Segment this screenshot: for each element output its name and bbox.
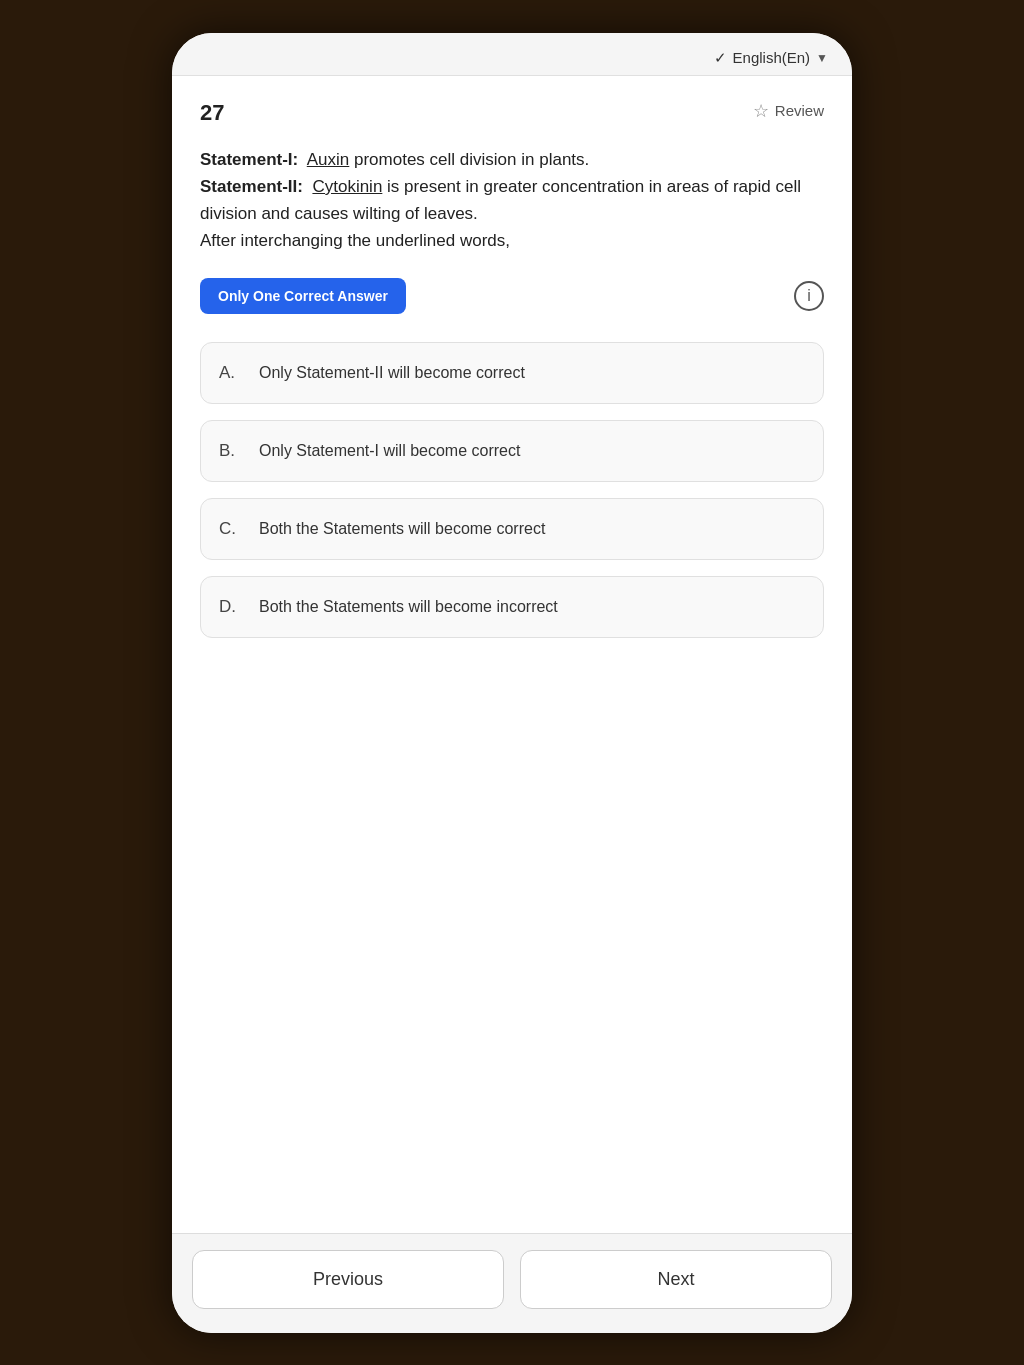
statement-ii-underline: Cytokinin <box>312 177 382 196</box>
top-bar: ✓ English(En) ▼ <box>172 33 852 76</box>
bottom-nav: Previous Next <box>172 1233 852 1333</box>
option-a[interactable]: A. Only Statement-II will become correct <box>200 342 824 404</box>
option-d-letter: D. <box>219 597 243 617</box>
option-d[interactable]: D. Both the Statements will become incor… <box>200 576 824 638</box>
statement-ii-label: Statement-II: <box>200 177 303 196</box>
badge-row: Only One Correct Answer i <box>200 278 824 314</box>
language-selector[interactable]: ✓ English(En) ▼ <box>714 49 828 67</box>
option-d-text: Both the Statements will become incorrec… <box>259 598 558 616</box>
phone-frame: ✓ English(En) ▼ 27 ☆ Review Statement-I:… <box>172 33 852 1333</box>
option-a-text: Only Statement-II will become correct <box>259 364 525 382</box>
review-label: Review <box>775 102 824 119</box>
option-c-letter: C. <box>219 519 243 539</box>
chevron-down-icon: ▼ <box>816 51 828 65</box>
statement-i-rest: promotes cell division in plants. <box>349 150 589 169</box>
option-c[interactable]: C. Both the Statements will become corre… <box>200 498 824 560</box>
option-c-text: Both the Statements will become correct <box>259 520 545 538</box>
options-list: A. Only Statement-II will become correct… <box>200 342 824 638</box>
language-label: English(En) <box>733 49 811 66</box>
content-area: 27 ☆ Review Statement-I: Auxin promotes … <box>172 76 852 1233</box>
question-text: Statement-I: Auxin promotes cell divisio… <box>200 146 824 255</box>
question-header: 27 ☆ Review <box>200 100 824 126</box>
statement-i-underline: Auxin <box>307 150 350 169</box>
answer-type-badge: Only One Correct Answer <box>200 278 406 314</box>
after-text: After interchanging the underlined words… <box>200 231 510 250</box>
info-icon[interactable]: i <box>794 281 824 311</box>
checkmark-icon: ✓ <box>714 49 727 67</box>
option-a-letter: A. <box>219 363 243 383</box>
statement-i-label: Statement-I: <box>200 150 298 169</box>
review-button[interactable]: ☆ Review <box>753 100 824 122</box>
option-b-letter: B. <box>219 441 243 461</box>
star-icon: ☆ <box>753 100 769 122</box>
option-b[interactable]: B. Only Statement-I will become correct <box>200 420 824 482</box>
option-b-text: Only Statement-I will become correct <box>259 442 520 460</box>
previous-button[interactable]: Previous <box>192 1250 504 1309</box>
question-number: 27 <box>200 100 224 126</box>
next-button[interactable]: Next <box>520 1250 832 1309</box>
